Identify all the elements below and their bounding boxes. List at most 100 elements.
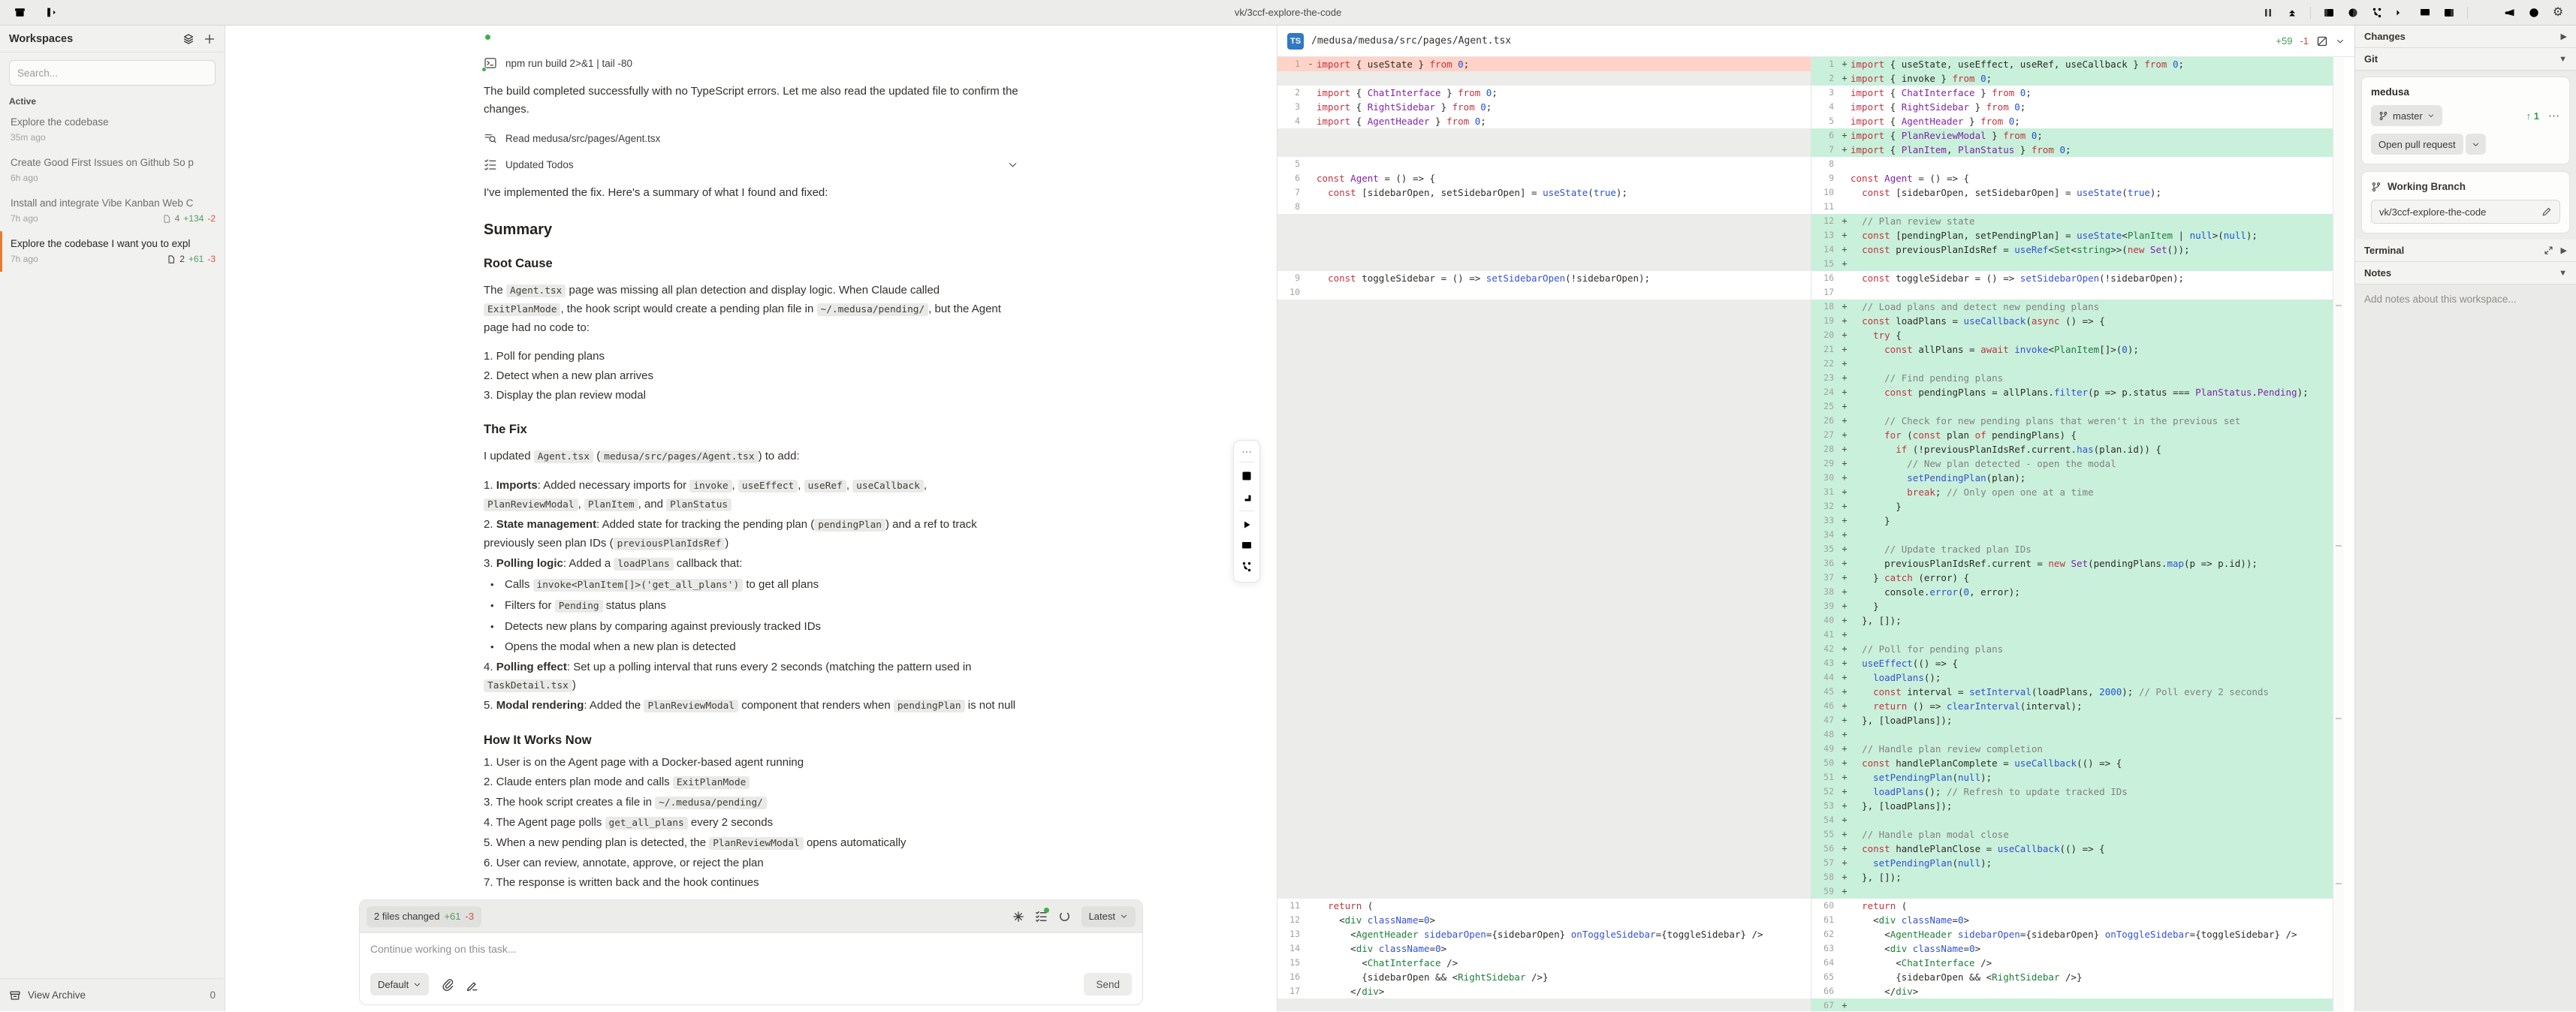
git-branch-icon (2371, 182, 2381, 192)
theme-icon[interactable] (2342, 4, 2363, 22)
zen-icon[interactable] (1236, 465, 1257, 486)
diff-row (1277, 585, 1811, 599)
diff-row (1277, 542, 1811, 556)
diff-row: 8 (1277, 200, 1811, 214)
git-menu-button[interactable]: ⋯ (2548, 109, 2560, 122)
diff-row (1277, 827, 1811, 842)
workspace-item[interactable]: Explore the codebase I want you to expl … (0, 231, 225, 272)
diff-row: 59+ (1811, 884, 2333, 899)
chevron-down-icon: ▼ (2559, 269, 2567, 278)
open-pr-button[interactable]: Open pull request (2371, 134, 2463, 155)
repo-name: medusa (2371, 86, 2560, 98)
diff-row: 16 {sidebarOpen && <RightSidebar />} (1277, 970, 1811, 984)
diff-row: 31+ break; // Only open one at a time (1811, 485, 2333, 499)
edit-pencil-icon[interactable] (2541, 206, 2552, 217)
spinner-icon (1058, 910, 1071, 923)
copy-icon[interactable] (1236, 486, 1257, 508)
attach-icon[interactable] (441, 978, 454, 991)
pause-icon[interactable] (2258, 4, 2279, 22)
chat-input[interactable] (370, 943, 1132, 955)
message-composer: 2 files changed +61 -3 Latest (359, 899, 1143, 1005)
workspace-item[interactable]: Install and integrate Vibe Kanban Web C … (0, 191, 225, 231)
collapse-file-icon[interactable] (2336, 37, 2345, 46)
diff-row: 63 <div className=0> (1811, 941, 2333, 956)
diff-row (1277, 242, 1811, 257)
plus-icon[interactable] (204, 33, 216, 45)
previous-item-status-dot (484, 33, 1018, 44)
todo-list-icon[interactable] (1035, 910, 1048, 923)
diff-row: 22+ (1811, 357, 2333, 371)
git-branch-icon[interactable] (2366, 4, 2387, 22)
diff-row (1277, 399, 1811, 414)
pen-icon[interactable] (466, 978, 478, 991)
chat-subheading: The Fix (484, 423, 1018, 437)
file-icon (162, 214, 171, 224)
view-archive-button[interactable]: View Archive 0 (0, 978, 225, 1011)
diff-overview-ruler[interactable] (2333, 57, 2344, 1011)
diff-row: 39+ } (1811, 599, 2333, 613)
diff-row (1277, 998, 1811, 1011)
collapse-up-icon[interactable] (2282, 4, 2303, 22)
terminal-icon (484, 56, 497, 70)
panel-right-icon[interactable] (2439, 4, 2460, 22)
diff-file-header[interactable]: TS /medusa/medusa/src/pages/Agent.tsx +5… (1277, 26, 2354, 57)
diff-row: 33+ } (1811, 514, 2333, 528)
branch-selector[interactable]: master (2371, 105, 2442, 126)
monitor-icon[interactable] (2415, 4, 2436, 22)
diff-row: 40+ }, []); (1811, 613, 2333, 628)
drag-handle-icon[interactable] (1236, 445, 1257, 459)
diff-row: 12+ // Plan review state (1811, 214, 2333, 228)
section-changes[interactable]: Changes ▶ (2355, 26, 2576, 48)
section-git[interactable]: Git ▼ (2355, 48, 2576, 71)
notes-textarea[interactable]: Add notes about this workspace... (2355, 285, 2576, 1011)
workspace-time: 7h ago (11, 213, 38, 224)
files-changed-chip[interactable]: 2 files changed +61 -3 (366, 906, 481, 927)
diff-row: 66 </div> (1811, 984, 2333, 998)
search-input[interactable] (9, 60, 216, 86)
megaphone-icon[interactable] (2499, 4, 2520, 22)
diff-row: 52+ loadPlans(); // Refresh to update tr… (1811, 785, 2333, 799)
tool-call-label: Updated Todos (505, 159, 574, 170)
monitor-icon[interactable] (1236, 535, 1257, 556)
workspace-item[interactable]: Create Good First Issues on Github So p … (0, 150, 225, 191)
tool-call-todos[interactable]: Updated Todos (484, 158, 1018, 171)
diff-additions: +59 (2276, 35, 2292, 47)
section-notes[interactable]: Notes ▼ (2355, 262, 2576, 285)
active-section-label: Active (9, 96, 216, 107)
chevron-down-icon[interactable] (1007, 159, 1018, 170)
send-button[interactable]: Send (1084, 973, 1132, 995)
tool-call-terminal[interactable]: npm run build 2>&1 | tail -80 (484, 56, 1018, 70)
gear-icon[interactable]: ⚙ (2547, 4, 2568, 22)
expand-icon[interactable] (2544, 245, 2553, 255)
mode-selector[interactable]: Default (370, 973, 429, 995)
layers-icon[interactable] (182, 33, 195, 45)
diff-row: 24+ const pendingPlans = allPlans.filter… (1811, 385, 2333, 399)
help-icon[interactable] (2523, 4, 2544, 22)
archive-icon[interactable] (9, 4, 30, 22)
panel-left-icon[interactable] (2318, 4, 2339, 22)
terminal-icon[interactable] (2390, 4, 2412, 22)
working-branch-input[interactable]: vk/3ccf-explore-the-code (2371, 200, 2560, 224)
menu-icon[interactable] (2475, 4, 2496, 22)
sparkle-icon[interactable] (1012, 911, 1024, 923)
sign-out-icon[interactable] (41, 4, 62, 22)
diff-row: 25+ (1811, 399, 2333, 414)
diff-row (1277, 856, 1811, 870)
diff-row: 9const Agent = () => { (1811, 171, 2333, 185)
git-branch-icon[interactable] (1236, 556, 1257, 577)
workspace-title: Explore the codebase I want you to expl (11, 238, 216, 249)
chat-scroll-area[interactable]: npm run build 2>&1 | tail -80 The build … (225, 26, 1277, 1011)
workspace-item[interactable]: Explore the codebase 35m ago (0, 110, 225, 150)
chat-subheading: Root Cause (484, 257, 1018, 271)
hide-whitespace-icon[interactable] (2316, 35, 2328, 47)
diff-row: 65 {sidebarOpen && <RightSidebar />} (1811, 970, 2333, 984)
pr-dropdown-button[interactable] (2466, 134, 2486, 155)
diff-row: 47+ }, [loadPlans]); (1811, 713, 2333, 727)
version-selector[interactable]: Latest (1081, 906, 1136, 927)
tool-call-read[interactable]: Read medusa/src/pages/Agent.tsx (484, 131, 1018, 145)
commits-ahead: ↑ 1 (2526, 110, 2539, 122)
play-icon[interactable] (1236, 514, 1257, 535)
section-terminal[interactable]: Terminal ▶ (2355, 239, 2576, 262)
chat-paragraph: The Agent.tsx page was missing all plan … (484, 282, 1018, 337)
ordered-list-item: 4. The Agent page polls get_all_plans ev… (484, 814, 1018, 833)
